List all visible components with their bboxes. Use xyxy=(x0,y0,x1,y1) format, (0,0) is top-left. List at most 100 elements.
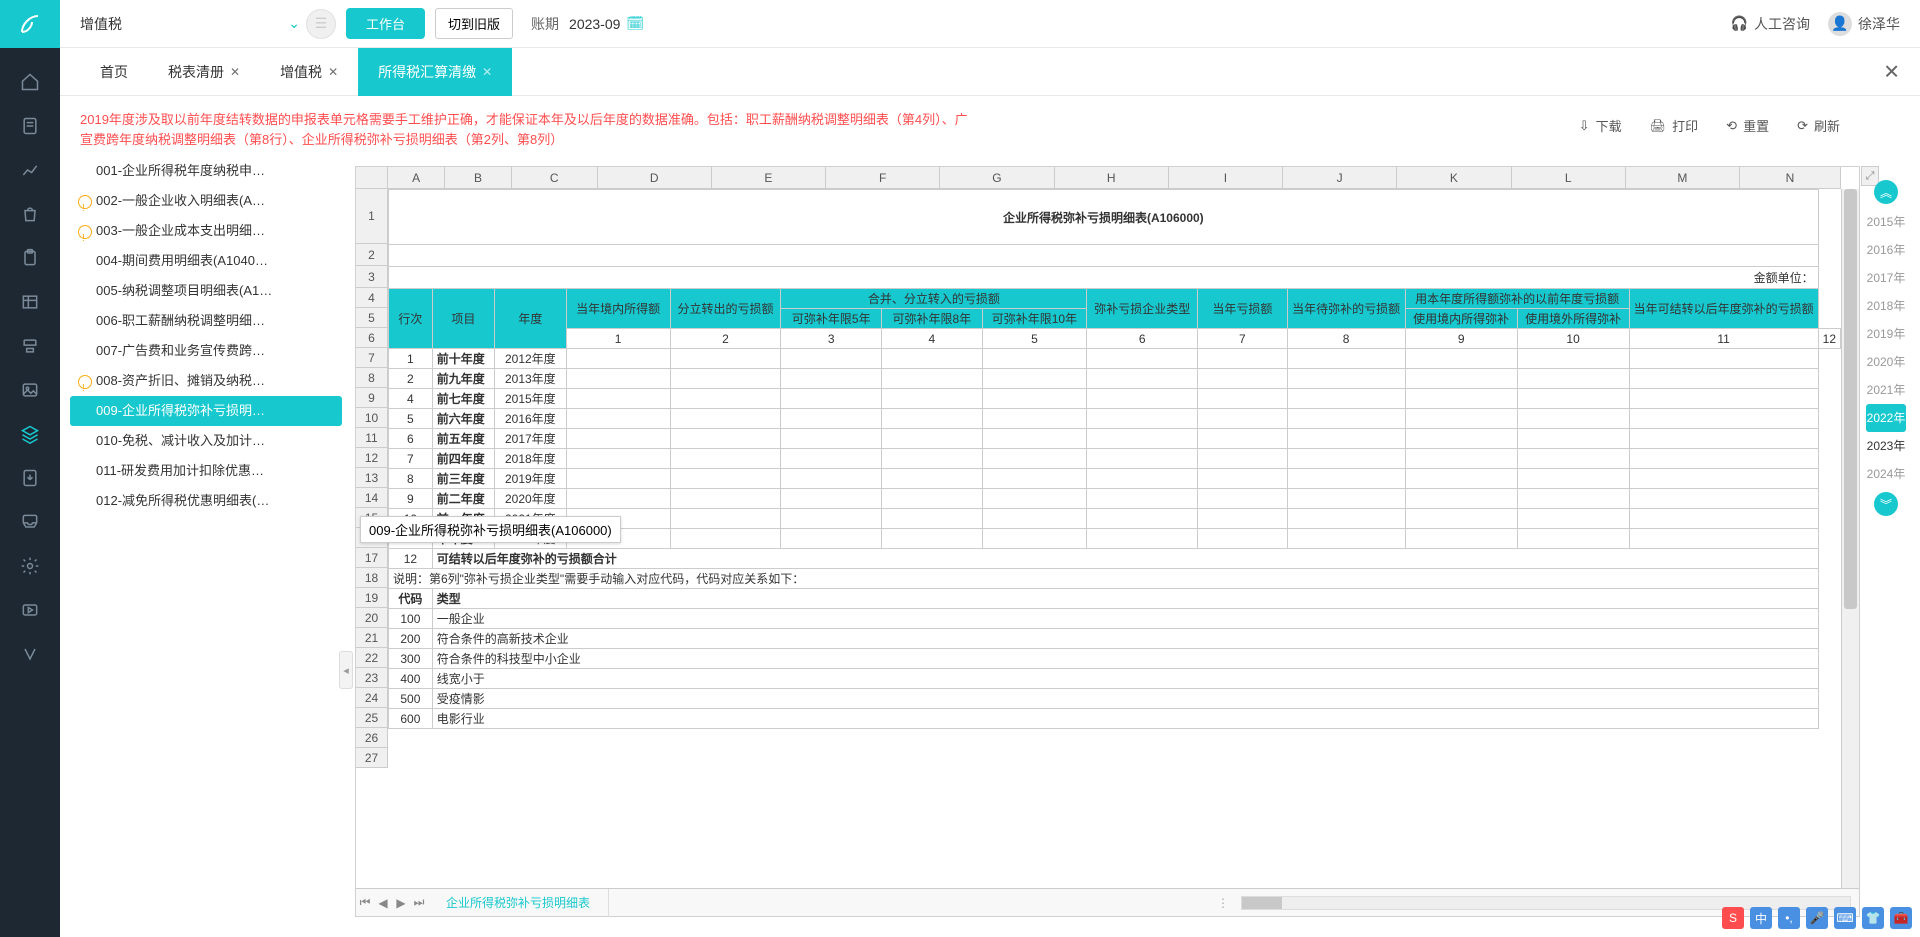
col-header[interactable]: D xyxy=(598,167,712,189)
row-header[interactable]: 8 xyxy=(356,368,388,388)
year-down-button[interactable]: ︾ xyxy=(1874,492,1898,516)
scrollbar-thumb[interactable] xyxy=(1242,897,1282,909)
print-button[interactable]: 🖨打印 xyxy=(1650,116,1699,135)
ime-voice-icon[interactable]: 🎤 xyxy=(1806,907,1828,929)
tree-node[interactable]: 006-职工薪酬纳税调整明细… xyxy=(70,306,342,336)
nav-settings-icon[interactable] xyxy=(0,544,60,588)
year-button[interactable]: 2015年 xyxy=(1866,208,1906,236)
collapse-tree-button[interactable]: ◂ xyxy=(339,651,353,689)
year-button[interactable]: 2021年 xyxy=(1866,376,1906,404)
year-button[interactable]: 2022年 xyxy=(1866,404,1906,432)
tree-node[interactable]: 010-免税、减计收入及加计… xyxy=(70,426,342,456)
tree-node[interactable]: 001-企业所得税年度纳税申… xyxy=(70,156,342,186)
close-all-tabs-icon[interactable]: ✕ xyxy=(1883,59,1900,84)
tree-node[interactable]: 011-研发费用加计扣除优惠… xyxy=(70,456,342,486)
row-header[interactable]: 27 xyxy=(356,748,388,768)
year-button[interactable]: 2019年 xyxy=(1866,320,1906,348)
tree-node[interactable]: 004-期间费用明细表(A1040… xyxy=(70,246,342,276)
workbench-button[interactable]: 工作台 xyxy=(346,8,425,39)
col-header[interactable]: M xyxy=(1626,167,1740,189)
tab-税表清册[interactable]: 税表清册✕ xyxy=(148,48,260,96)
row-header[interactable]: 23 xyxy=(356,668,388,688)
nav-v-icon[interactable] xyxy=(0,632,60,676)
ime-lang-button[interactable]: 中 xyxy=(1750,907,1772,929)
year-up-button[interactable]: ︽ xyxy=(1874,180,1898,204)
reset-button[interactable]: ⟲重置 xyxy=(1726,116,1769,135)
period-value[interactable]: 2023-09 xyxy=(569,16,620,32)
close-icon[interactable]: ✕ xyxy=(230,65,240,79)
col-header[interactable]: N xyxy=(1740,167,1841,189)
row-header[interactable]: 19 xyxy=(356,588,388,608)
col-header[interactable]: F xyxy=(826,167,940,189)
row-header[interactable]: 26 xyxy=(356,728,388,748)
col-header[interactable]: E xyxy=(712,167,826,189)
year-button[interactable]: 2020年 xyxy=(1866,348,1906,376)
nav-home-icon[interactable] xyxy=(0,60,60,104)
year-button[interactable]: 2024年 xyxy=(1866,460,1906,488)
col-header[interactable]: C xyxy=(512,167,598,189)
nav-export-icon[interactable] xyxy=(0,456,60,500)
nav-chart-icon[interactable] xyxy=(0,148,60,192)
row-header[interactable]: 24 xyxy=(356,688,388,708)
nav-template-icon[interactable] xyxy=(0,324,60,368)
nav-inbox-icon[interactable] xyxy=(0,500,60,544)
row-header[interactable]: 7 xyxy=(356,348,388,368)
row-header[interactable]: 6 xyxy=(356,328,388,348)
ime-tools-icon[interactable]: 🧰 xyxy=(1890,907,1912,929)
row-header[interactable]: 1 xyxy=(356,189,388,244)
sheet-corner[interactable] xyxy=(356,167,388,189)
col-header[interactable]: A xyxy=(388,167,445,189)
row-header[interactable]: 13 xyxy=(356,468,388,488)
col-header[interactable]: J xyxy=(1283,167,1397,189)
row-header[interactable]: 18 xyxy=(356,568,388,588)
row-header[interactable]: 4 xyxy=(356,288,388,308)
close-icon[interactable]: ✕ xyxy=(482,65,492,79)
year-button[interactable]: 2016年 xyxy=(1866,236,1906,264)
split-handle-icon[interactable]: ⋮ xyxy=(1217,896,1229,910)
app-logo[interactable] xyxy=(0,0,60,48)
row-header[interactable]: 14 xyxy=(356,488,388,508)
ime-punct-button[interactable]: •, xyxy=(1778,907,1800,929)
ime-logo-icon[interactable]: S xyxy=(1722,907,1744,929)
refresh-button[interactable]: ⟳刷新 xyxy=(1797,116,1840,135)
tree-node[interactable]: 002-一般企业收入明细表(A… xyxy=(70,186,342,216)
sheet-nav-last[interactable]: ⏭ xyxy=(410,895,428,910)
tree-node[interactable]: 008-资产折旧、摊销及纳税… xyxy=(70,366,342,396)
row-header[interactable]: 25 xyxy=(356,708,388,728)
list-toggle-button[interactable]: ☰ xyxy=(306,9,336,39)
nav-stack-icon[interactable] xyxy=(0,412,60,456)
tree-node[interactable]: 012-减免所得税优惠明细表(… xyxy=(70,486,342,516)
sheet-tab[interactable]: 企业所得税弥补亏损明细表 xyxy=(428,889,609,917)
row-header[interactable]: 22 xyxy=(356,648,388,668)
tree-node[interactable]: 007-广告费和业务宣传费跨… xyxy=(70,336,342,366)
consult-button[interactable]: 🎧 人工咨询 xyxy=(1731,14,1810,34)
old-version-button[interactable]: 切到旧版 xyxy=(435,8,513,39)
col-header[interactable]: G xyxy=(940,167,1054,189)
col-header[interactable]: L xyxy=(1512,167,1626,189)
close-icon[interactable]: ✕ xyxy=(328,65,338,79)
row-header[interactable]: 9 xyxy=(356,388,388,408)
tab-所得税汇算清缴[interactable]: 所得税汇算清缴✕ xyxy=(358,48,512,96)
tree-node[interactable]: 003-一般企业成本支出明细… xyxy=(70,216,342,246)
col-header[interactable]: K xyxy=(1397,167,1511,189)
row-header[interactable]: 21 xyxy=(356,628,388,648)
row-header[interactable]: 17 xyxy=(356,548,388,568)
scrollbar-thumb[interactable] xyxy=(1844,189,1857,609)
ime-keyboard-icon[interactable]: ⌨ xyxy=(1834,907,1856,929)
sheet-nav-prev[interactable]: ◀ xyxy=(374,896,392,910)
year-button[interactable]: 2018年 xyxy=(1866,292,1906,320)
row-header[interactable]: 3 xyxy=(356,266,388,288)
row-header[interactable]: 5 xyxy=(356,308,388,328)
tab-首页[interactable]: 首页 xyxy=(80,48,148,96)
nav-video-icon[interactable] xyxy=(0,588,60,632)
col-header[interactable]: H xyxy=(1055,167,1169,189)
row-header[interactable]: 20 xyxy=(356,608,388,628)
row-header[interactable]: 10 xyxy=(356,408,388,428)
row-header[interactable]: 2 xyxy=(356,244,388,266)
vertical-scrollbar[interactable] xyxy=(1841,189,1859,888)
year-button[interactable]: 2023年 xyxy=(1866,432,1906,460)
nav-image-icon[interactable] xyxy=(0,368,60,412)
tax-type-dropdown[interactable]: 增值税 ⌄ xyxy=(80,14,300,34)
nav-doc-icon[interactable] xyxy=(0,104,60,148)
year-button[interactable]: 2017年 xyxy=(1866,264,1906,292)
